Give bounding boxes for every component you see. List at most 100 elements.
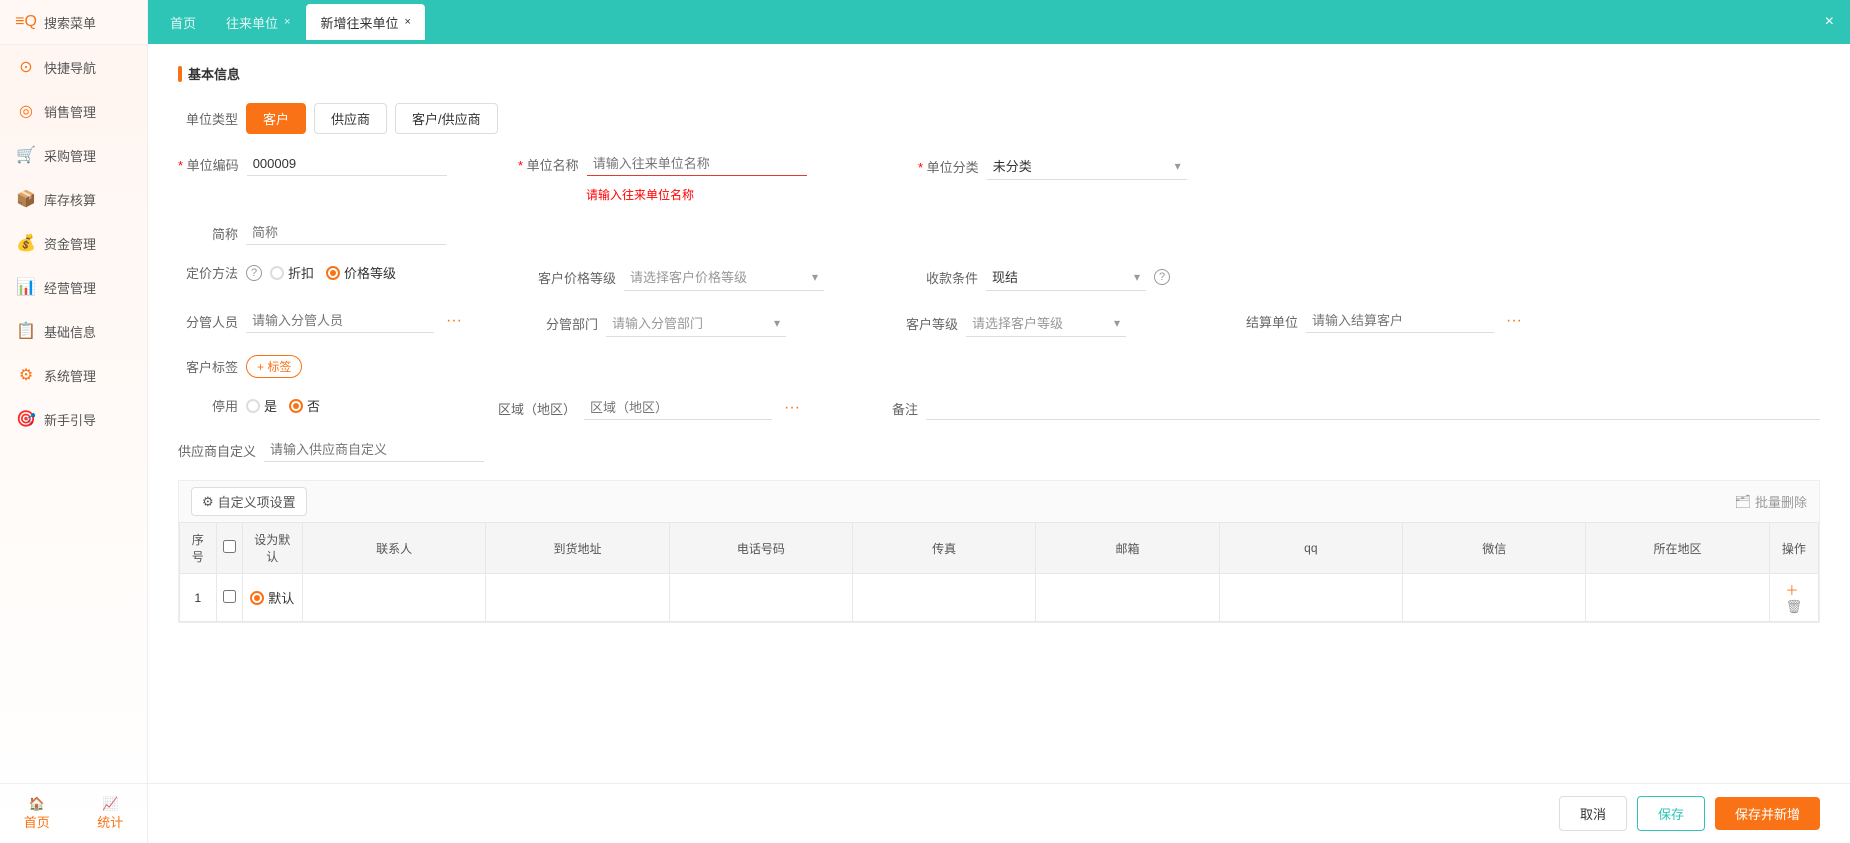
sidebar-item-search-menu[interactable]: ≡Q 搜索菜单 bbox=[0, 0, 147, 45]
manager-input[interactable] bbox=[246, 309, 434, 333]
save-button[interactable]: 保存 bbox=[1637, 796, 1705, 831]
wechat-input[interactable] bbox=[1409, 590, 1579, 605]
row-wechat[interactable] bbox=[1403, 574, 1586, 622]
row-email[interactable] bbox=[1036, 574, 1219, 622]
row-select-checkbox[interactable] bbox=[223, 590, 236, 603]
basic-info-icon: 📋 bbox=[16, 321, 36, 341]
region-input[interactable] bbox=[584, 396, 772, 420]
unit-name-label: 单位名称 bbox=[518, 155, 579, 174]
region-label: 区域（地区） bbox=[498, 399, 576, 418]
unit-type-both[interactable]: 客户/供应商 bbox=[395, 103, 498, 134]
row-checkbox[interactable] bbox=[216, 574, 242, 622]
contact-table: 序号 设为默认 联系人 到货地址 电话号码 传真 邮箱 qq 微信 所在地区 操… bbox=[179, 522, 1819, 622]
supplier-custom-input[interactable] bbox=[264, 438, 484, 462]
tab-partner-close[interactable]: × bbox=[284, 16, 290, 28]
department-select[interactable]: 请输入分管部门 ▾ bbox=[606, 309, 786, 337]
region-more-btn[interactable]: ··· bbox=[780, 399, 804, 417]
customer-price-field: 客户价格等级 请选择客户价格等级 ▾ bbox=[538, 263, 918, 291]
sidebar-item-label: 新手引导 bbox=[44, 410, 96, 429]
qq-input[interactable] bbox=[1226, 590, 1396, 605]
col-index: 序号 bbox=[180, 523, 217, 574]
region-row-input[interactable] bbox=[1592, 590, 1762, 605]
pricing-level-option[interactable]: 价格等级 bbox=[326, 263, 396, 282]
row-fax[interactable] bbox=[853, 574, 1036, 622]
select-all-checkbox[interactable] bbox=[223, 540, 236, 553]
pricing-help-icon[interactable]: ? bbox=[246, 265, 262, 281]
unit-category-select[interactable]: 未分类 ▾ bbox=[987, 152, 1187, 180]
save-new-button[interactable]: 保存并新增 bbox=[1715, 797, 1820, 830]
remark-input[interactable] bbox=[926, 396, 1820, 420]
payment-terms-help-icon[interactable]: ? bbox=[1154, 269, 1170, 285]
settlement-unit-input[interactable] bbox=[1306, 309, 1494, 333]
col-fax: 传真 bbox=[853, 523, 1036, 574]
custom-settings-button[interactable]: ⚙ 自定义项设置 bbox=[191, 487, 307, 516]
disabled-row: 停用 是 否 区域（地区） ··· 备注 bbox=[178, 396, 1820, 420]
sidebar-item-label: 库存核算 bbox=[44, 190, 96, 209]
row-delete-btn[interactable]: 🗑 bbox=[1786, 599, 1803, 614]
sidebar-item-basic-info[interactable]: 📋 基础信息 bbox=[0, 309, 147, 353]
sidebar-item-business[interactable]: 📊 经营管理 bbox=[0, 265, 147, 309]
address-input[interactable] bbox=[492, 590, 662, 605]
short-name-field: 简称 bbox=[178, 221, 518, 245]
section-basic-info: 基本信息 bbox=[178, 64, 1820, 83]
col-wechat: 微信 bbox=[1403, 523, 1586, 574]
customer-level-select[interactable]: 请选择客户等级 ▾ bbox=[966, 309, 1126, 337]
tab-new-partner-close[interactable]: × bbox=[404, 16, 410, 28]
unit-type-customer[interactable]: 客户 bbox=[246, 103, 306, 134]
row-phone[interactable] bbox=[669, 574, 852, 622]
phone-input[interactable] bbox=[676, 590, 846, 605]
disabled-yes-option[interactable]: 是 bbox=[246, 396, 277, 415]
row-qq[interactable] bbox=[1219, 574, 1402, 622]
remark-field: 备注 bbox=[858, 396, 1820, 420]
col-address: 到货地址 bbox=[486, 523, 669, 574]
col-contact: 联系人 bbox=[303, 523, 486, 574]
unit-type-supplier[interactable]: 供应商 bbox=[314, 103, 387, 134]
email-input[interactable] bbox=[1042, 590, 1212, 605]
home-icon: 🏠 bbox=[0, 796, 74, 812]
short-name-input[interactable] bbox=[246, 221, 446, 245]
unit-category-chevron: ▾ bbox=[1175, 159, 1181, 173]
unit-name-input[interactable] bbox=[587, 152, 807, 176]
tab-home[interactable]: 首页 bbox=[156, 4, 210, 40]
sidebar-item-inventory[interactable]: 📦 库存核算 bbox=[0, 177, 147, 221]
row-address[interactable] bbox=[486, 574, 669, 622]
tab-home-label: 首页 bbox=[170, 13, 196, 32]
sidebar-item-system[interactable]: ⚙ 系统管理 bbox=[0, 353, 147, 397]
fax-input[interactable] bbox=[859, 590, 1029, 605]
sidebar-item-purchase[interactable]: 🛒 采购管理 bbox=[0, 133, 147, 177]
sidebar-item-sales[interactable]: ◎ 销售管理 bbox=[0, 89, 147, 133]
sidebar-item-quick-nav[interactable]: ⊙ 快捷导航 bbox=[0, 45, 147, 89]
customer-price-select[interactable]: 请选择客户价格等级 ▾ bbox=[624, 263, 824, 291]
tab-new-partner[interactable]: 新增往来单位 × bbox=[306, 4, 424, 40]
settlement-more-btn[interactable]: ··· bbox=[1502, 312, 1526, 330]
sidebar-bottom-home[interactable]: 🏠 首页 bbox=[0, 784, 74, 843]
sidebar-item-finance[interactable]: 💰 资金管理 bbox=[0, 221, 147, 265]
disabled-no-option[interactable]: 否 bbox=[289, 396, 320, 415]
pricing-discount-label: 折扣 bbox=[288, 263, 314, 282]
manager-more-btn[interactable]: ··· bbox=[442, 312, 466, 330]
custom-settings-label: 自定义项设置 bbox=[218, 492, 296, 511]
unit-category-label: 单位分类 bbox=[918, 157, 979, 176]
row-default-radio[interactable]: 默认 bbox=[249, 588, 296, 607]
pricing-discount-radio bbox=[270, 266, 284, 280]
unit-code-input[interactable] bbox=[247, 152, 447, 176]
row-region[interactable] bbox=[1586, 574, 1769, 622]
table-header: ⚙ 自定义项设置 🗂 批量删除 bbox=[179, 481, 1819, 522]
pricing-level-label: 价格等级 bbox=[344, 263, 396, 282]
tab-bar-close[interactable]: × bbox=[1817, 9, 1842, 35]
tab-partner[interactable]: 往来单位 × bbox=[212, 4, 304, 40]
row-contact[interactable] bbox=[303, 574, 486, 622]
batch-delete-button[interactable]: 🗂 批量删除 bbox=[1734, 492, 1807, 511]
contact-input[interactable] bbox=[309, 590, 479, 605]
row-add-btn[interactable]: ＋ bbox=[1785, 583, 1798, 598]
unit-type-row: 单位类型 客户 供应商 客户/供应商 bbox=[178, 103, 1820, 134]
payment-terms-select[interactable]: 现结 ▾ bbox=[986, 263, 1146, 291]
pricing-discount-option[interactable]: 折扣 bbox=[270, 263, 314, 282]
cancel-button[interactable]: 取消 bbox=[1559, 796, 1627, 831]
unit-type-group: 客户 供应商 客户/供应商 bbox=[246, 103, 498, 134]
department-field: 分管部门 请输入分管部门 ▾ bbox=[538, 309, 898, 337]
customer-level-label: 客户等级 bbox=[898, 314, 958, 333]
tag-add-button[interactable]: + 标签 bbox=[246, 355, 302, 378]
sidebar-item-guide[interactable]: 🎯 新手引导 bbox=[0, 397, 147, 441]
sidebar-bottom-stats[interactable]: 📈 统计 bbox=[74, 784, 148, 843]
